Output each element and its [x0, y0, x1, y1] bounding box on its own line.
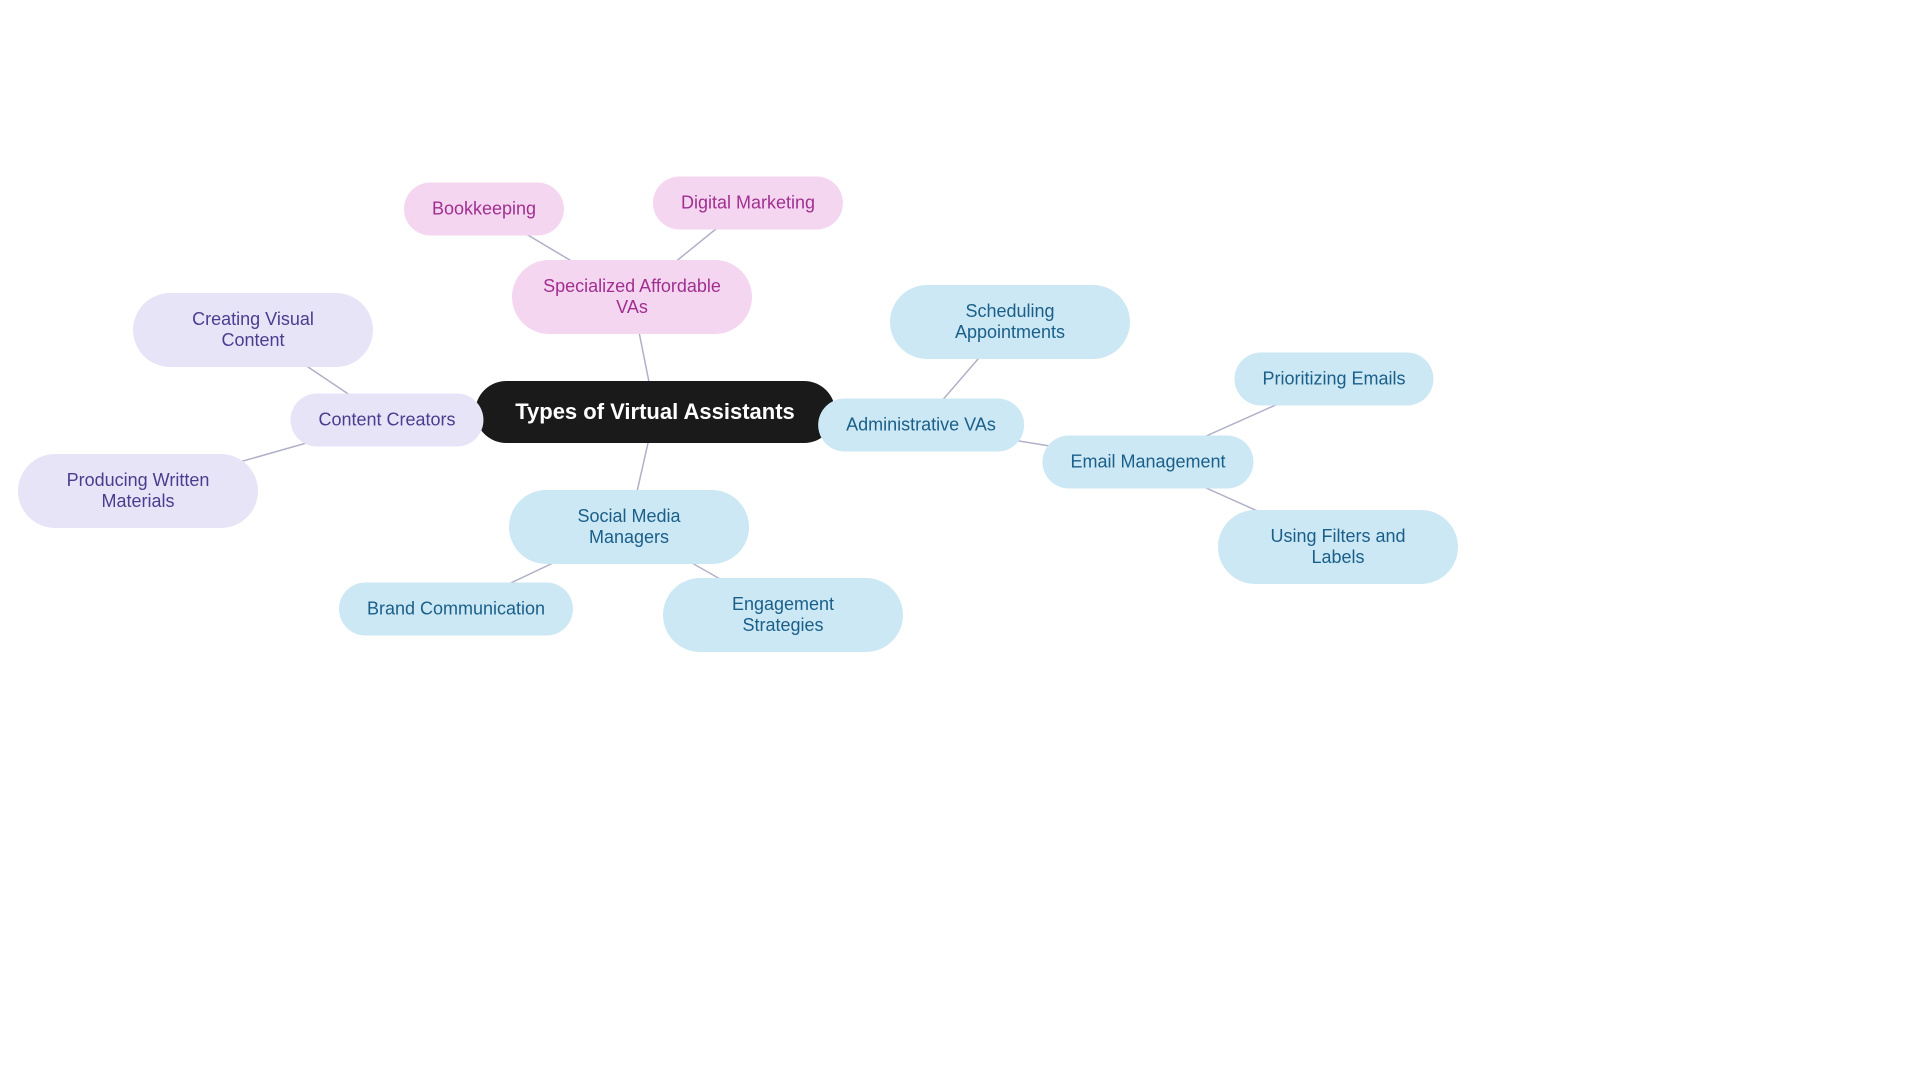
node-contentCreators[interactable]: Content Creators	[290, 394, 483, 447]
node-brandComm[interactable]: Brand Communication	[339, 583, 573, 636]
node-engagement[interactable]: Engagement Strategies	[663, 578, 903, 652]
node-creatingVisual[interactable]: Creating Visual Content	[133, 293, 373, 367]
node-digitalMarketing[interactable]: Digital Marketing	[653, 177, 843, 230]
node-scheduling[interactable]: Scheduling Appointments	[890, 285, 1130, 359]
node-socialMedia[interactable]: Social Media Managers	[509, 490, 749, 564]
mindmap-container: Types of Virtual Assistants Specialized A…	[0, 0, 1920, 1083]
node-adminVAs[interactable]: Administrative VAs	[818, 399, 1024, 452]
connection-lines	[0, 0, 1920, 1083]
node-producingWritten[interactable]: Producing Written Materials	[18, 454, 258, 528]
node-emailMgmt[interactable]: Email Management	[1042, 436, 1253, 489]
node-center[interactable]: Types of Virtual Assistants	[475, 381, 835, 443]
node-prioritizing[interactable]: Prioritizing Emails	[1234, 353, 1433, 406]
node-usingFilters[interactable]: Using Filters and Labels	[1218, 510, 1458, 584]
node-specialized[interactable]: Specialized Affordable VAs	[512, 260, 752, 334]
node-bookkeeping[interactable]: Bookkeeping	[404, 183, 564, 236]
